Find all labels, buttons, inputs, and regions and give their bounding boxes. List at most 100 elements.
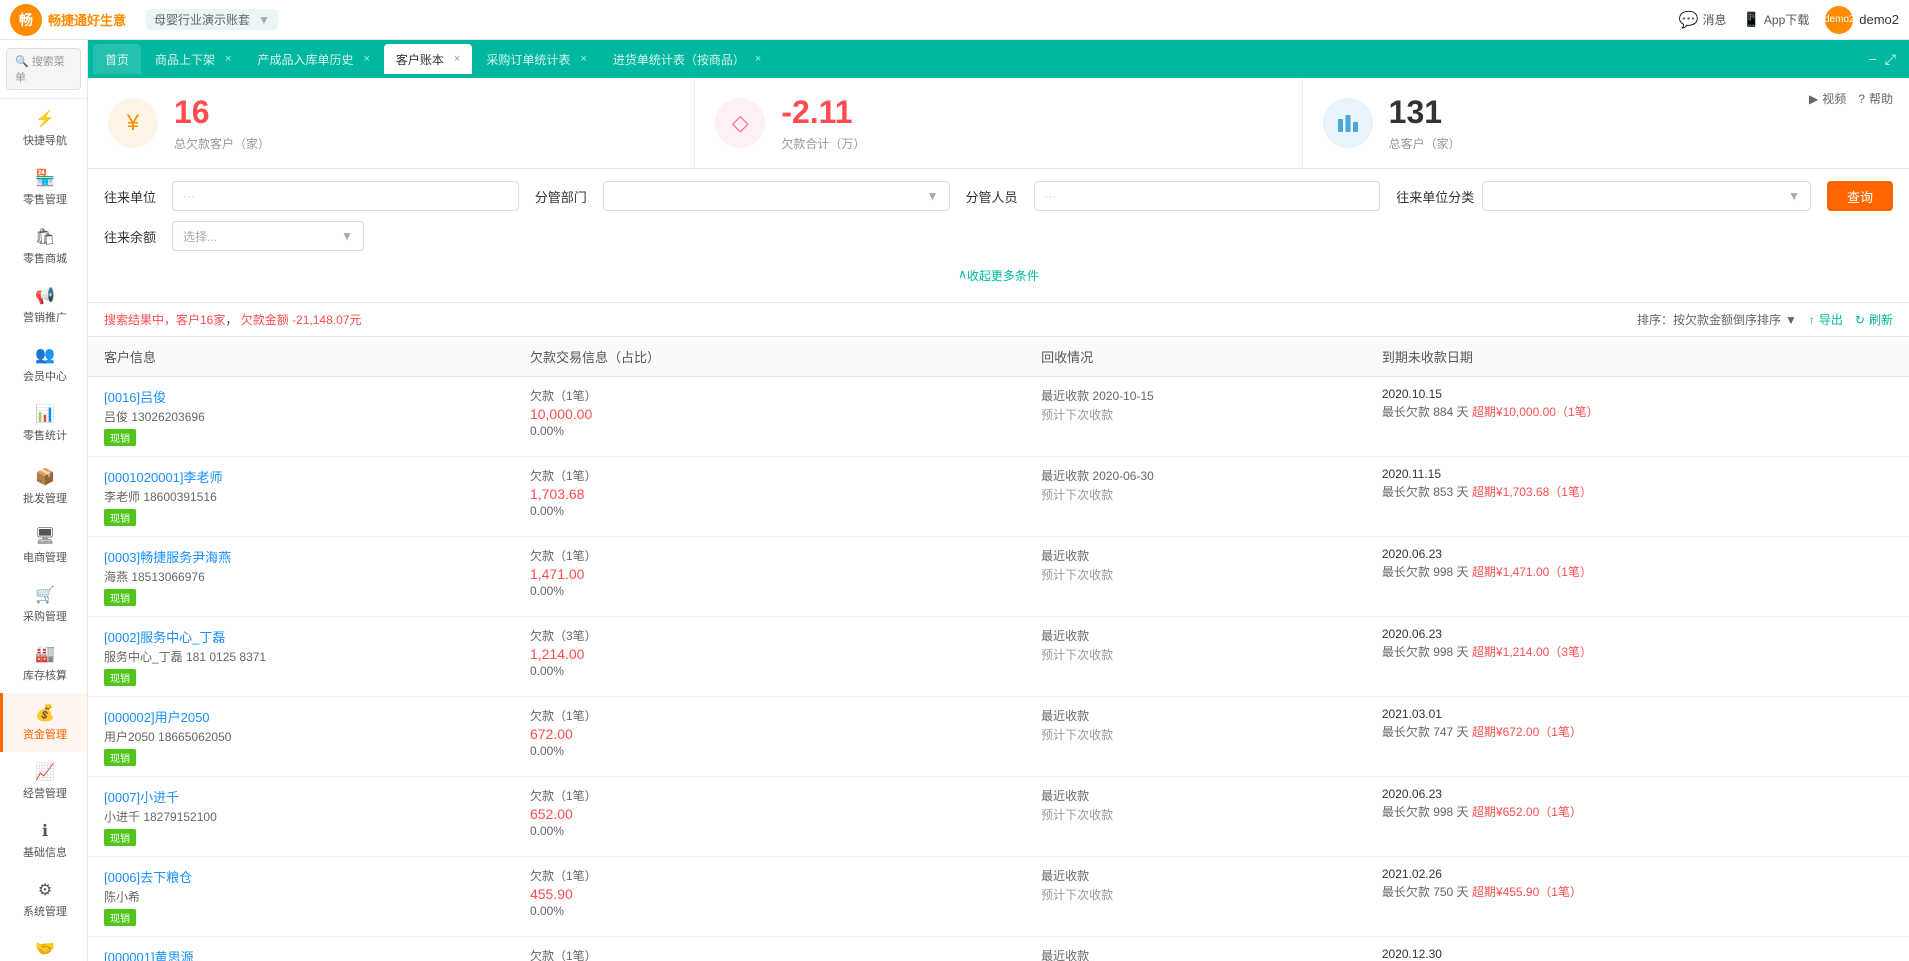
filter-unit-category-select[interactable]: ▼ [1482, 181, 1811, 211]
help-button[interactable]: ? 帮助 [1858, 90, 1893, 107]
tab-close-purchase-product[interactable]: × [755, 53, 761, 65]
debt-ratio-6: 0.00% [530, 904, 1041, 918]
debt-amount-1: 1,703.68 [530, 486, 1041, 502]
sidebar-item-retail-mall[interactable]: 🛍 零售商城 [0, 217, 87, 276]
customer-name-0[interactable]: [0016]吕俊 [104, 387, 530, 406]
sidebar-item-ops-mgmt[interactable]: 📈 经营管理 [0, 752, 87, 811]
tab-product-offshelf[interactable]: 商品上下架 × [143, 44, 243, 74]
tab-close-customer-account[interactable]: × [454, 53, 460, 65]
overdue-link-4[interactable]: 超期¥672.00（1笔） [1472, 725, 1582, 739]
tab-home[interactable]: 首页 [93, 44, 141, 74]
overdue-info-5: 2020.06.23 最长欠款 998 天 超期¥652.00（1笔） [1382, 787, 1893, 820]
tab-maximize-button[interactable]: ⤢ [1885, 51, 1896, 68]
query-button[interactable]: 查询 [1827, 181, 1893, 211]
filter-source-unit-input[interactable]: ··· [172, 181, 519, 211]
filter-source-unit-label: 往来单位 [104, 187, 164, 206]
tab-close-product-history[interactable]: × [363, 53, 369, 65]
customer-name-4[interactable]: [000002]用户2050 [104, 707, 530, 726]
user-avatar-area[interactable]: demo2 demo2 [1825, 6, 1899, 34]
debt-amount-2: 1,471.00 [530, 566, 1041, 582]
video-icon: ▶ [1809, 92, 1818, 106]
collection-next-5: 预计下次收款 [1041, 806, 1382, 823]
overdue-link-1[interactable]: 超期¥1,703.68（1笔） [1472, 485, 1592, 499]
debt-count-4: 欠款（1笔） [530, 707, 1041, 724]
sidebar-item-basic-info[interactable]: ℹ 基础信息 [0, 811, 87, 870]
overdue-link-5[interactable]: 超期¥652.00（1笔） [1472, 805, 1582, 819]
sidebar-item-system-mgmt[interactable]: ⚙ 系统管理 [0, 870, 87, 929]
overdue-info-6: 2021.02.26 最长欠款 750 天 超期¥455.90（1笔） [1382, 867, 1893, 900]
overdue-date-4: 2021.03.01 [1382, 707, 1893, 721]
sidebar-item-member-center[interactable]: 👥 会员中心 [0, 335, 87, 394]
overdue-date-0: 2020.10.15 [1382, 387, 1893, 401]
collection-last-1: 最近收款 2020-06-30 [1041, 467, 1382, 484]
filter-person: 分管人员 ··· [966, 181, 1381, 211]
sidebar-search-button[interactable]: 🔍 搜索菜单 [6, 48, 81, 90]
tab-purchase-summary[interactable]: 采购订单统计表 × [474, 44, 598, 74]
main-content: ¥ 16 总欠款客户（家） ◇ -2.11 欠款合计（万） [88, 78, 1909, 961]
debt-ratio-4: 0.00% [530, 744, 1041, 758]
overdue-link-6[interactable]: 超期¥455.90（1笔） [1472, 885, 1582, 899]
customer-name-2[interactable]: [0003]畅捷服务尹海燕 [104, 547, 530, 566]
header-right: 💬 消息 📱 App下载 demo2 demo2 [1679, 6, 1899, 34]
sidebar-item-quick-nav[interactable]: ⚡ 快捷导航 [0, 99, 87, 158]
filter-row-1: 往来单位 ··· 分管部门 ▼ [104, 181, 1893, 211]
overdue-days-3: 最长欠款 998 天 超期¥1,214.00（3笔） [1382, 643, 1893, 660]
filter-unit-category: 往来单位分类 ▼ [1396, 181, 1811, 211]
results-actions: 排序：按欠款金额倒序排序 ▼ ↑ 导出 ↻ 刷新 [1637, 311, 1893, 328]
overdue-link-0[interactable]: 超期¥10,000.00（1笔） [1472, 405, 1599, 419]
overdue-info-2: 2020.06.23 最长欠款 998 天 超期¥1,471.00（1笔） [1382, 547, 1893, 580]
sidebar-item-purchase-mgmt[interactable]: 🛒 采购管理 [0, 575, 87, 634]
overdue-info-3: 2020.06.23 最长欠款 998 天 超期¥1,214.00（3笔） [1382, 627, 1893, 660]
table-container: 客户信息 欠款交易信息（占比） 回收情况 到期未收款日期 [0016]吕俊 吕俊… [88, 337, 1909, 961]
sidebar-item-ecommerce[interactable]: 🖥 电商管理 [0, 516, 87, 575]
debt-ratio-3: 0.00% [530, 664, 1041, 678]
sidebar-item-retail-mgmt[interactable]: 🏪 零售管理 [0, 158, 87, 217]
sort-button[interactable]: 排序：按欠款金额倒序排序 ▼ [1637, 311, 1797, 328]
sidebar-item-marketing[interactable]: 📢 营销推广 [0, 276, 87, 335]
chevron-down-icon: ▼ [927, 189, 939, 203]
filter-dept-label: 分管部门 [535, 187, 595, 206]
message-button[interactable]: 💬 消息 [1679, 10, 1727, 30]
filter-balance-select[interactable]: 选择... ▼ [172, 221, 364, 251]
stat-icon-customers: ¥ [108, 98, 158, 148]
tab-minimize-button[interactable]: − [1869, 51, 1877, 67]
customer-name-6[interactable]: [0006]去下粮仓 [104, 867, 530, 886]
customer-name-7[interactable]: [000001]黄思源 [104, 947, 530, 961]
sidebar-item-batch-mgmt[interactable]: 📦 批发管理 [0, 457, 87, 516]
system-mgmt-icon: ⚙ [7, 880, 83, 900]
tab-customer-account[interactable]: 客户账本 × [384, 44, 472, 74]
app-download-button[interactable]: 📱 App下载 [1742, 11, 1809, 28]
collection-info-7: 最近收款 预计下次收款 [1041, 947, 1382, 961]
customer-name-3[interactable]: [0002]服务中心_丁磊 [104, 627, 530, 646]
overdue-link-2[interactable]: 超期¥1,471.00（1笔） [1472, 565, 1592, 579]
sidebar-item-capital-mgmt[interactable]: 💰 资金管理 [0, 693, 87, 752]
collection-next-2: 预计下次收款 [1041, 566, 1382, 583]
filter-dept-select[interactable]: ▼ [603, 181, 950, 211]
customer-info-6: [0006]去下粮仓 陈小希 现销 [104, 867, 530, 926]
filter-collapse-button[interactable]: ∧ 收起更多条件 [104, 261, 1893, 290]
sidebar-item-enterprise[interactable]: 🤝 企业协同 [0, 929, 87, 961]
collection-next-6: 预计下次收款 [1041, 886, 1382, 903]
stat-num-customers: 16 [174, 94, 270, 131]
customer-name-5[interactable]: [0007]小进千 [104, 787, 530, 806]
tab-product-history[interactable]: 产成品入库单历史 × [245, 44, 381, 74]
table-row: [0016]吕俊 吕俊 13026203696 现销 欠款（1笔） 10,000… [88, 377, 1909, 457]
customer-info-2: [0003]畅捷服务尹海燕 海燕 18513066976 现销 [104, 547, 530, 606]
tab-close-purchase-summary[interactable]: × [580, 53, 586, 65]
overdue-link-3[interactable]: 超期¥1,214.00（3笔） [1472, 645, 1592, 659]
video-help-button[interactable]: ▶ 视频 [1809, 90, 1846, 107]
sidebar-item-inventory[interactable]: 🏭 库存核算 [0, 634, 87, 693]
customer-info-5: [0007]小进千 小进千 18279152100 现销 [104, 787, 530, 846]
filter-person-input[interactable]: ··· [1034, 181, 1381, 211]
customer-name-1[interactable]: [0001020001]李老师 [104, 467, 530, 486]
collection-next-1: 预计下次收款 [1041, 486, 1382, 503]
tab-close-product-offshelf[interactable]: × [225, 53, 231, 65]
refresh-button[interactable]: ↻ 刷新 [1855, 311, 1893, 328]
table-row: [000002]用户2050 用户2050 18665062050 现销 欠款（… [88, 697, 1909, 777]
stat-card-customers: ¥ 16 总欠款客户（家） [88, 78, 695, 168]
export-button[interactable]: ↑ 导出 [1809, 311, 1843, 328]
sidebar-item-retail-stats[interactable]: 📊 零售统计 [0, 394, 87, 453]
tab-purchase-product[interactable]: 进货单统计表（按商品） × [601, 44, 773, 74]
customer-tag-4: 现销 [104, 749, 136, 766]
debt-info-1: 欠款（1笔） 1,703.68 0.00% [530, 467, 1041, 518]
